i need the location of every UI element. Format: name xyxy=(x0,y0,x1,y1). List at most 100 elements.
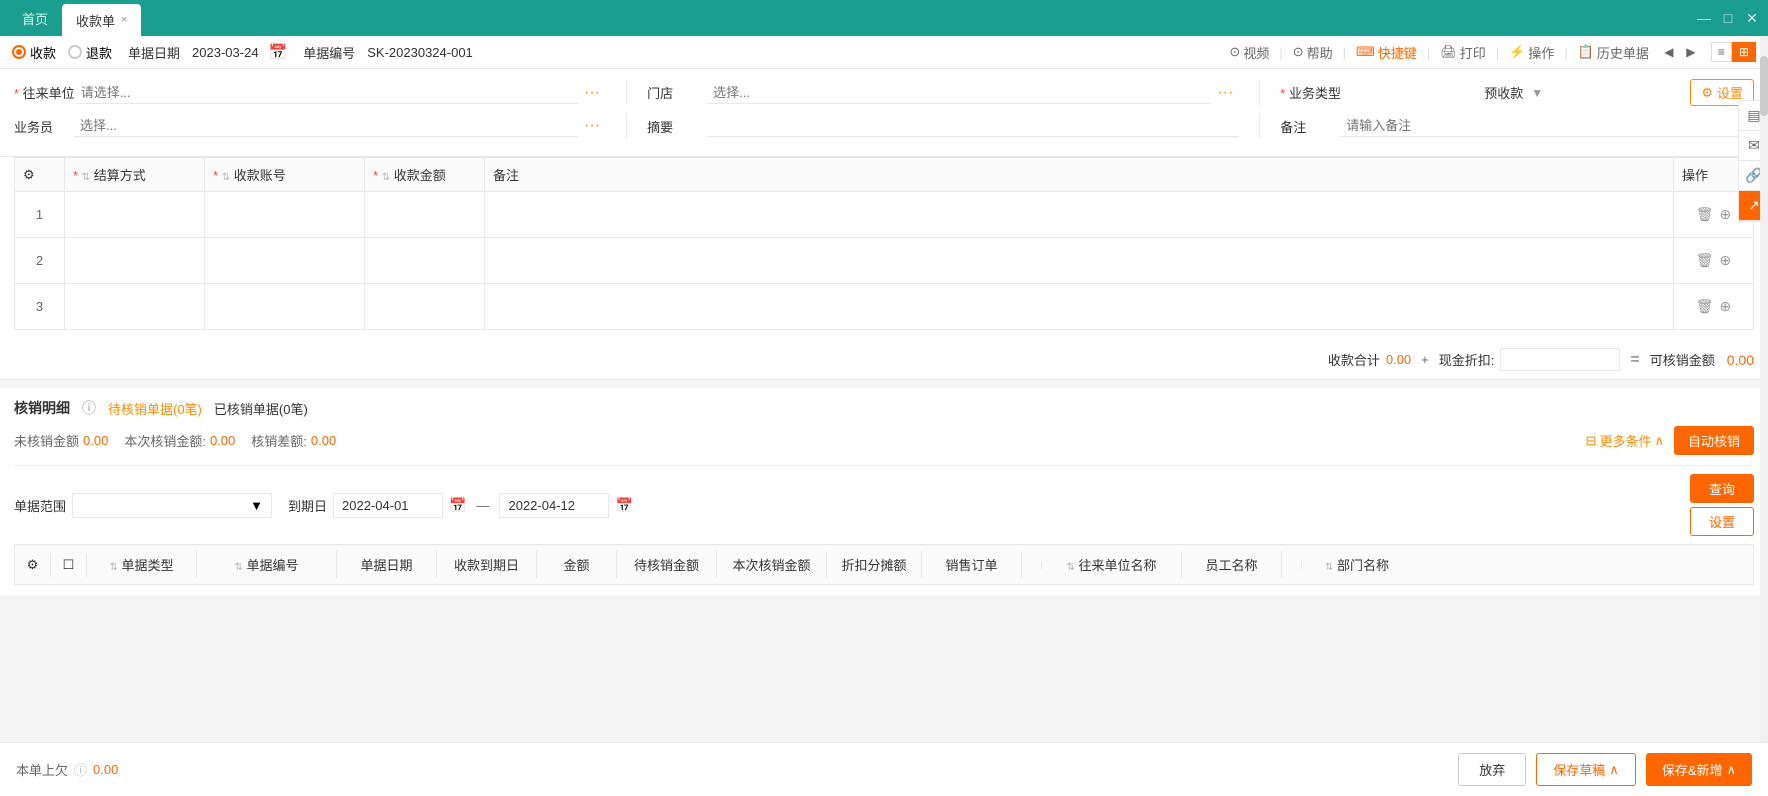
date-to-input[interactable] xyxy=(499,493,609,518)
copy-icon-1[interactable]: ⊕ xyxy=(1720,206,1732,223)
shortcut-link[interactable]: ⌨ 快捷键 xyxy=(1356,43,1417,62)
calendar-icon[interactable]: 📅 xyxy=(269,43,288,61)
sep1: | xyxy=(1279,45,1282,60)
window-controls: — □ ✕ xyxy=(1696,10,1760,26)
discount-input[interactable] xyxy=(1500,348,1620,371)
delete-icon-3[interactable]: 🗑 xyxy=(1696,298,1714,315)
col-settle-header: ⇅ 结算方式 xyxy=(65,158,205,192)
scrollbar-area[interactable] xyxy=(1760,36,1768,756)
more-conditions-btn[interactable]: ⊟ 更多条件 ∧ xyxy=(1586,431,1664,450)
close-btn[interactable]: ✕ xyxy=(1744,10,1760,26)
grid-view-btn[interactable]: ⊞ xyxy=(1732,42,1756,62)
help-link[interactable]: ⊙ 帮助 xyxy=(1293,43,1333,62)
date-from-input[interactable] xyxy=(333,493,443,518)
counterpart-input[interactable] xyxy=(75,82,578,104)
tab-close-icon[interactable]: × xyxy=(121,14,127,26)
date-value: 2023-03-24 xyxy=(192,45,259,60)
radio-receive-dot xyxy=(12,45,26,59)
more-conditions-label: 更多条件 xyxy=(1599,431,1651,450)
radio-receive[interactable]: 收款 xyxy=(12,43,56,62)
abandon-btn[interactable]: 放弃 xyxy=(1458,753,1526,786)
row-settle-2[interactable] xyxy=(65,238,205,284)
row-account-2[interactable] xyxy=(205,238,365,284)
filter-action-btns: 查询 设置 xyxy=(1690,474,1754,536)
delete-icon-2[interactable]: 🗑 xyxy=(1696,252,1714,269)
table-gear-icon[interactable]: ⚙ xyxy=(23,167,35,182)
store-input[interactable] xyxy=(707,82,1211,104)
date-to-icon[interactable]: 📅 xyxy=(615,497,632,514)
form-section: 往来单位 ··· 门店 ··· 业务类型 预收款 ▼ ⚙ 设置 业务员 xyxy=(0,69,1768,157)
store-more-icon[interactable]: ··· xyxy=(1211,85,1239,101)
row-amount-1[interactable] xyxy=(365,192,485,238)
settings-icon: ⚙ xyxy=(1701,85,1713,101)
store-label: 门店 xyxy=(647,83,707,102)
video-link[interactable]: ⊙ 视频 xyxy=(1229,43,1269,62)
bottom-info-icon[interactable]: ⓘ xyxy=(74,760,87,779)
history-link[interactable]: 📋 历史单据 xyxy=(1578,43,1649,62)
row-remark-1[interactable] xyxy=(485,192,1674,238)
verify-info-icon[interactable]: ⓘ xyxy=(82,398,96,418)
tab-home[interactable]: 首页 xyxy=(8,4,62,32)
row-amount-3[interactable] xyxy=(365,284,485,330)
delete-icon-1[interactable]: 🗑 xyxy=(1696,206,1714,223)
copy-icon-3[interactable]: ⊕ xyxy=(1720,298,1732,315)
radio-refund[interactable]: 退款 xyxy=(68,43,112,62)
row-remark-3[interactable] xyxy=(485,284,1674,330)
query-btn[interactable]: 查询 xyxy=(1690,474,1754,503)
maximize-btn[interactable]: □ xyxy=(1720,10,1736,26)
btcol-bill-type-label: 单据类型 xyxy=(122,558,174,573)
btcol-amount: 金额 xyxy=(537,551,617,578)
nav-next-btn[interactable]: ▶ xyxy=(1681,42,1701,62)
divider-3 xyxy=(626,114,627,138)
sep2: | xyxy=(1343,45,1346,60)
btcol-check[interactable]: ☐ xyxy=(51,553,87,577)
list-view-btn[interactable]: ≡ xyxy=(1711,42,1732,62)
range-select[interactable]: ▼ xyxy=(72,493,272,518)
unverified-label: 未核销金额 xyxy=(14,431,79,450)
table-row: 3 🗑 ⊕ xyxy=(15,284,1754,330)
business-type-arrow[interactable]: ▼ xyxy=(1527,86,1547,100)
unverified-value: 0.00 xyxy=(83,433,108,448)
remark-input[interactable] xyxy=(1340,115,1754,137)
nav-prev-btn[interactable]: ◀ xyxy=(1659,42,1679,62)
total-item: 收款合计 0.00 xyxy=(1328,350,1411,369)
date-dash: — xyxy=(476,498,489,513)
salesperson-input[interactable] xyxy=(74,115,578,137)
row-account-3[interactable] xyxy=(205,284,365,330)
draft-btn[interactable]: 保存草稿 ∧ xyxy=(1536,753,1636,786)
filter-set-btn[interactable]: 设置 xyxy=(1690,507,1754,536)
date-from-icon[interactable]: 📅 xyxy=(449,497,466,514)
sort-bt3: ⇅ xyxy=(1066,562,1074,573)
copy-icon-2[interactable]: ⊕ xyxy=(1720,252,1732,269)
row-settle-3[interactable] xyxy=(65,284,205,330)
salesperson-more-icon[interactable]: ··· xyxy=(578,118,606,134)
pending-tab[interactable]: 待核销单据(0笔) xyxy=(108,399,202,418)
ops-link[interactable]: ⚡ 操作 xyxy=(1509,43,1554,62)
row-amount-2[interactable] xyxy=(365,238,485,284)
row-settle-1[interactable] xyxy=(65,192,205,238)
bill-no-field: 单据编号 SK-20230324-001 xyxy=(303,43,473,62)
summary-input[interactable] xyxy=(707,115,1239,137)
row-remark-2[interactable] xyxy=(485,238,1674,284)
available-label: 可核销金额 xyxy=(1650,350,1715,369)
done-tab[interactable]: 已核销单据(0笔) xyxy=(214,399,308,418)
print-link[interactable]: 🖨 打印 xyxy=(1440,43,1486,62)
btcol-counterpart: ⇅ 往来单位名称 xyxy=(1042,551,1182,578)
row-account-1[interactable] xyxy=(205,192,365,238)
tab-home-label: 首页 xyxy=(22,9,48,28)
bottom-actions: 放弃 保存草稿 ∧ 保存&新增 ∧ xyxy=(1458,753,1752,786)
save-btn[interactable]: 保存&新增 ∧ xyxy=(1646,753,1752,786)
unverified-stat: 未核销金额 0.00 xyxy=(14,431,108,450)
scrollbar-thumb[interactable] xyxy=(1760,56,1768,116)
counterpart-more-icon[interactable]: ··· xyxy=(578,85,606,101)
btcol-bill-date: 单据日期 xyxy=(337,551,437,578)
auto-verify-btn[interactable]: 自动核销 xyxy=(1674,426,1754,455)
business-type-value: 预收款 xyxy=(1484,83,1523,102)
btcol-sales-order: 销售订单 xyxy=(922,551,1022,578)
btcol-gear[interactable]: ⚙ xyxy=(15,553,51,577)
due-date-field: 到期日 📅 — 📅 xyxy=(288,493,633,518)
minimize-btn[interactable]: — xyxy=(1696,10,1712,26)
sep3: | xyxy=(1427,45,1430,60)
tab-active[interactable]: 收款单 × xyxy=(62,4,141,36)
range-label: 单据范围 xyxy=(14,496,66,515)
